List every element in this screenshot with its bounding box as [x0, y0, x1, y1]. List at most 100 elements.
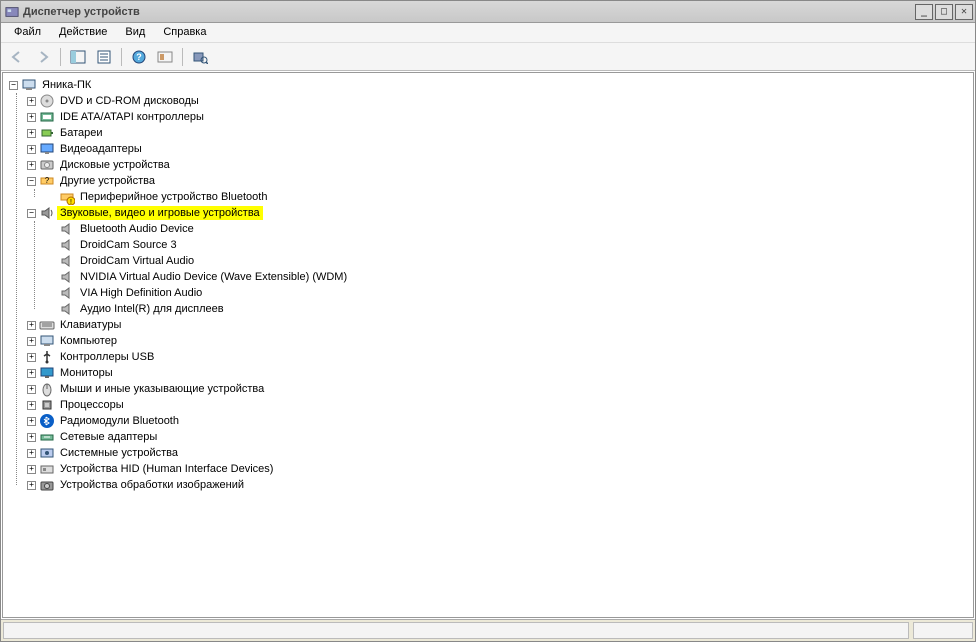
device-nvaudio[interactable]: NVIDIA Virtual Audio Device (Wave Extens… — [45, 269, 973, 285]
device-label: Периферийное устройство Bluetooth — [77, 190, 270, 204]
category-label: Видеоадаптеры — [57, 142, 145, 156]
category-label: Другие устройства — [57, 174, 158, 188]
keyboard-icon — [39, 317, 55, 333]
device-label: DroidCam Virtual Audio — [77, 254, 197, 268]
expand-icon[interactable]: + — [27, 129, 36, 138]
category-label: Мыши и иные указывающие устройства — [57, 382, 267, 396]
show-console-tree-button[interactable] — [66, 46, 90, 68]
minimize-button[interactable]: _ — [915, 4, 933, 20]
category-btradio[interactable]: +Радиомодули Bluetooth — [27, 413, 973, 429]
device-dcamva[interactable]: DroidCam Virtual Audio — [45, 253, 973, 269]
other-icon: ? — [39, 173, 55, 189]
expand-icon[interactable]: + — [27, 385, 36, 394]
category-keyboard[interactable]: +Клавиатуры — [27, 317, 973, 333]
expand-icon[interactable]: + — [27, 433, 36, 442]
forward-button[interactable] — [31, 46, 55, 68]
expand-icon[interactable]: + — [27, 481, 36, 490]
battery-icon — [39, 125, 55, 141]
expand-icon[interactable]: + — [27, 321, 36, 330]
svg-text:?: ? — [45, 176, 50, 185]
scan-hardware-button[interactable] — [188, 46, 212, 68]
expand-icon[interactable]: + — [27, 417, 36, 426]
category-label: Процессоры — [57, 398, 127, 412]
menu-action[interactable]: Действие — [50, 23, 116, 42]
tree-root[interactable]: − Яника-ПК — [9, 77, 973, 93]
show-hidden-button[interactable] — [153, 46, 177, 68]
speaker-icon — [59, 301, 75, 317]
hdd-icon — [39, 157, 55, 173]
expand-icon[interactable]: + — [27, 97, 36, 106]
toolbar: ? — [1, 43, 975, 71]
category-sound[interactable]: − Звуковые, видео и игровые устройства — [27, 205, 973, 221]
maximize-button[interactable]: □ — [935, 4, 953, 20]
collapse-icon[interactable]: − — [27, 177, 36, 186]
category-cpu[interactable]: + Процессоры — [27, 397, 973, 413]
menu-view[interactable]: Вид — [116, 23, 154, 42]
close-button[interactable]: ✕ — [955, 4, 973, 20]
expand-icon[interactable]: + — [27, 337, 36, 346]
category-label: DVD и CD-ROM дисководы — [57, 94, 202, 108]
device-label: Bluetooth Audio Device — [77, 222, 197, 236]
category-system[interactable]: + Системные устройства — [27, 445, 973, 461]
category-network[interactable]: + Сетевые адаптеры — [27, 429, 973, 445]
device-label: NVIDIA Virtual Audio Device (Wave Extens… — [77, 270, 350, 284]
hid-icon — [39, 461, 55, 477]
category-ide[interactable]: + IDE ATA/ATAPI контроллеры — [27, 109, 973, 125]
device-bt-periph[interactable]: ! Периферийное устройство Bluetooth — [45, 189, 973, 205]
expand-icon[interactable]: + — [27, 465, 36, 474]
svg-text:?: ? — [136, 52, 142, 62]
category-usb[interactable]: +Контроллеры USB — [27, 349, 973, 365]
category-imaging[interactable]: +Устройства обработки изображений — [27, 477, 973, 493]
expand-icon[interactable]: + — [27, 369, 36, 378]
speaker-icon — [59, 237, 75, 253]
menu-file[interactable]: Файл — [5, 23, 50, 42]
category-video[interactable]: + Видеоадаптеры — [27, 141, 973, 157]
category-computer[interactable]: +Компьютер — [27, 333, 973, 349]
device-dcam3[interactable]: DroidCam Source 3 — [45, 237, 973, 253]
category-hid[interactable]: +Устройства HID (Human Interface Devices… — [27, 461, 973, 477]
category-dvd[interactable]: + DVD и CD-ROM дисководы — [27, 93, 973, 109]
expand-icon[interactable]: + — [27, 145, 36, 154]
warn-icon: ! — [59, 189, 75, 205]
category-disk[interactable]: + Дисковые устройства — [27, 157, 973, 173]
back-button[interactable] — [5, 46, 29, 68]
expand-icon[interactable]: + — [27, 161, 36, 170]
speaker-icon — [59, 269, 75, 285]
collapse-icon[interactable]: − — [9, 81, 18, 90]
speaker-icon — [59, 285, 75, 301]
device-tree[interactable]: − Яника-ПК + DVD и CD-ROM дисководы + IDE A… — [2, 72, 974, 618]
collapse-icon[interactable]: − — [27, 209, 36, 218]
device-viahd[interactable]: VIA High Definition Audio — [45, 285, 973, 301]
category-label: Звуковые, видео и игровые устройства — [57, 206, 263, 220]
category-label: Сетевые адаптеры — [57, 430, 160, 444]
window-title: Диспетчер устройств — [23, 6, 140, 18]
category-label: Батареи — [57, 126, 106, 140]
expand-icon[interactable]: + — [27, 401, 36, 410]
cpu-icon — [39, 397, 55, 413]
category-mouse[interactable]: + Мыши и иные указывающие устройства — [27, 381, 973, 397]
menu-help[interactable]: Справка — [154, 23, 215, 42]
speaker-icon — [59, 221, 75, 237]
help-button[interactable]: ? — [127, 46, 151, 68]
status-cell-right — [913, 622, 973, 639]
titlebar: Диспетчер устройств _ □ ✕ — [1, 1, 975, 23]
expand-icon[interactable]: + — [27, 353, 36, 362]
statusbar — [1, 619, 975, 641]
properties-button[interactable] — [92, 46, 116, 68]
expand-icon[interactable]: + — [27, 113, 36, 122]
device-intelaudio[interactable]: Аудио Intel(R) для дисплеев — [45, 301, 973, 317]
category-battery[interactable]: + Батареи — [27, 125, 973, 141]
camera-icon — [39, 477, 55, 493]
expand-icon[interactable]: + — [27, 449, 36, 458]
ide-icon — [39, 109, 55, 125]
device-btaudio[interactable]: Bluetooth Audio Device — [45, 221, 973, 237]
category-other[interactable]: −? Другие устройства — [27, 173, 973, 189]
category-monitor[interactable]: +Мониторы — [27, 365, 973, 381]
category-label: Системные устройства — [57, 446, 181, 460]
speaker-icon — [59, 253, 75, 269]
svg-text:!: ! — [70, 199, 72, 205]
device-label: Аудио Intel(R) для дисплеев — [77, 302, 227, 316]
category-label: IDE ATA/ATAPI контроллеры — [57, 110, 207, 124]
device-label: DroidCam Source 3 — [77, 238, 180, 252]
category-label: Дисковые устройства — [57, 158, 173, 172]
